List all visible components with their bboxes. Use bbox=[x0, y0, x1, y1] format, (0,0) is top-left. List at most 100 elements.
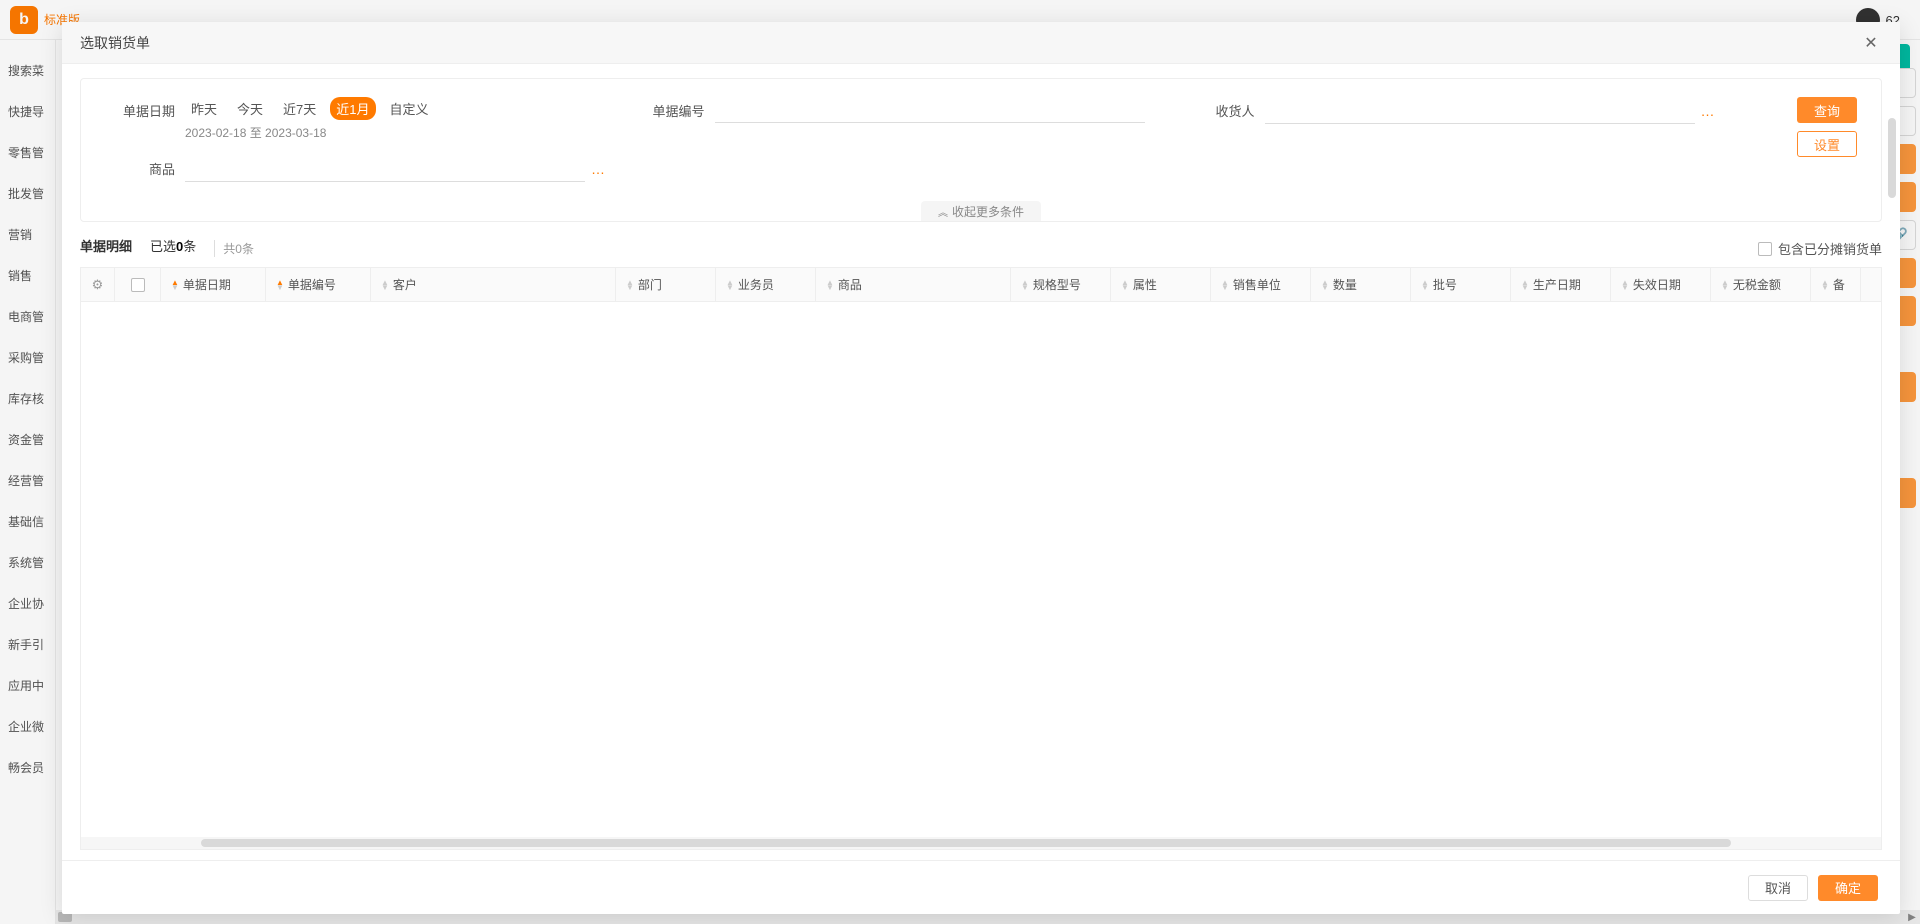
checkbox-icon[interactable] bbox=[1758, 242, 1772, 256]
col-no[interactable]: ▲▼ 单据编号 bbox=[266, 268, 371, 301]
product-input[interactable] bbox=[185, 156, 585, 182]
tab-row: 单据明细 已选0条 共0条 包含已分摊销货单 bbox=[80, 236, 1882, 261]
cancel-button[interactable]: 取消 bbox=[1748, 875, 1808, 901]
col-unit[interactable]: ▲▼ 销售单位 bbox=[1211, 268, 1311, 301]
date-preset-2[interactable]: 近7天 bbox=[277, 97, 322, 120]
selected-prefix: 已选 bbox=[150, 239, 176, 254]
sort-icon[interactable]: ▲▼ bbox=[1821, 280, 1829, 290]
filter-orderno-label: 单据编号 bbox=[635, 97, 715, 120]
col-prod_date[interactable]: ▲▼ 生产日期 bbox=[1511, 268, 1611, 301]
sort-icon[interactable]: ▲▼ bbox=[1321, 280, 1329, 290]
order-no-input[interactable] bbox=[715, 97, 1145, 123]
receiver-input[interactable] bbox=[1265, 98, 1695, 124]
sort-icon[interactable]: ▲▼ bbox=[726, 280, 734, 290]
col-sales[interactable]: ▲▼ 业务员 bbox=[716, 268, 816, 301]
receiver-more-icon[interactable]: … bbox=[1695, 103, 1721, 119]
col-notax[interactable]: ▲▼ 无税金额 bbox=[1711, 268, 1811, 301]
date-preset-3[interactable]: 近1月 bbox=[330, 97, 375, 120]
col-label-prod_date: 生产日期 bbox=[1533, 276, 1581, 293]
sort-icon[interactable]: ▲▼ bbox=[1021, 280, 1029, 290]
date-preset-1[interactable]: 今天 bbox=[231, 97, 269, 120]
chevron-up-icon: ︽ bbox=[938, 204, 948, 219]
col-ck[interactable] bbox=[115, 268, 161, 301]
col-label-attr: 属性 bbox=[1133, 276, 1157, 293]
col-label-expire: 失效日期 bbox=[1633, 276, 1681, 293]
col-label-cust: 客户 bbox=[393, 276, 417, 293]
settings-button[interactable]: 设置 bbox=[1797, 131, 1857, 157]
filter-order-date: 单据日期 昨天今天近7天近1月自定义 2023-02-18 至 2023-03-… bbox=[105, 97, 435, 141]
col-label-no: 单据编号 bbox=[288, 276, 336, 293]
col-spec[interactable]: ▲▼ 规格型号 bbox=[1011, 268, 1111, 301]
modal-body: 单据日期 昨天今天近7天近1月自定义 2023-02-18 至 2023-03-… bbox=[62, 64, 1900, 860]
col-attr[interactable]: ▲▼ 属性 bbox=[1111, 268, 1211, 301]
sort-icon[interactable]: ▲▼ bbox=[276, 280, 284, 290]
include-split-checkbox[interactable]: 包含已分摊销货单 bbox=[1758, 239, 1882, 258]
sort-icon[interactable]: ▲▼ bbox=[1421, 280, 1429, 290]
modal-vscroll-thumb[interactable] bbox=[1888, 118, 1896, 198]
tab-order-detail[interactable]: 单据明细 bbox=[80, 236, 132, 261]
sort-icon[interactable]: ▲▼ bbox=[1721, 280, 1729, 290]
table-header: ⚙ ▲▼ 单据日期 ▲▼ 单据编号 ▲▼ 客户 ▲▼ 部门 ▲▼ 业务员 ▲▼ 商品 ▲▼ 规格型号 ▲▼ 属性… bbox=[81, 268, 1881, 302]
modal-vertical-scrollbar[interactable] bbox=[1888, 118, 1896, 800]
table-hscroll-thumb[interactable] bbox=[201, 839, 1731, 847]
filter-panel: 单据日期 昨天今天近7天近1月自定义 2023-02-18 至 2023-03-… bbox=[80, 78, 1882, 222]
date-range-text: 2023-02-18 至 2023-03-18 bbox=[185, 124, 435, 141]
filter-date-label: 单据日期 bbox=[105, 97, 185, 120]
sort-icon[interactable]: ▲▼ bbox=[826, 280, 834, 290]
include-split-label: 包含已分摊销货单 bbox=[1778, 239, 1882, 258]
col-qty[interactable]: ▲▼ 数量 bbox=[1311, 268, 1411, 301]
col-cust[interactable]: ▲▼ 客户 bbox=[371, 268, 616, 301]
filter-receiver: 收货人 … bbox=[1185, 97, 1721, 141]
sort-icon[interactable]: ▲▼ bbox=[1521, 280, 1529, 290]
confirm-button[interactable]: 确定 bbox=[1818, 875, 1878, 901]
col-dept[interactable]: ▲▼ 部门 bbox=[616, 268, 716, 301]
col-gear[interactable]: ⚙ bbox=[81, 268, 115, 301]
col-label-prod: 商品 bbox=[838, 276, 862, 293]
selected-suffix: 条 bbox=[183, 239, 196, 254]
sort-icon[interactable]: ▲▼ bbox=[626, 280, 634, 290]
sort-icon[interactable]: ▲▼ bbox=[1621, 280, 1629, 290]
col-label-dept: 部门 bbox=[638, 276, 662, 293]
col-expire[interactable]: ▲▼ 失效日期 bbox=[1611, 268, 1711, 301]
date-preset-4[interactable]: 自定义 bbox=[384, 97, 435, 120]
filter-product-label: 商品 bbox=[105, 155, 185, 178]
filter-product: 商品 … bbox=[105, 155, 1817, 183]
collapse-label: 收起更多条件 bbox=[952, 203, 1024, 220]
col-label-notax: 无税金额 bbox=[1733, 276, 1781, 293]
date-preset-0[interactable]: 昨天 bbox=[185, 97, 223, 120]
filter-order-no: 单据编号 bbox=[635, 97, 1145, 141]
col-label-spec: 规格型号 bbox=[1033, 276, 1081, 293]
table-body-empty bbox=[81, 302, 1881, 837]
sort-icon[interactable]: ▲▼ bbox=[381, 280, 389, 290]
collapse-filters-button[interactable]: ︽ 收起更多条件 bbox=[921, 201, 1041, 221]
col-label-unit: 销售单位 bbox=[1233, 276, 1281, 293]
tab-selected-count[interactable]: 已选0条 bbox=[150, 236, 196, 261]
col-label-qty: 数量 bbox=[1333, 276, 1357, 293]
table-horizontal-scrollbar[interactable] bbox=[81, 837, 1881, 849]
col-label-remark: 备 bbox=[1833, 276, 1845, 293]
select-sales-order-modal: 选取销货单 ✕ 单据日期 昨天今天近7天近1月自定义 2023-02-18 至 … bbox=[62, 22, 1900, 914]
gear-icon[interactable]: ⚙ bbox=[92, 277, 104, 293]
sort-icon[interactable]: ▲▼ bbox=[1221, 280, 1229, 290]
col-label-batch: 批号 bbox=[1433, 276, 1457, 293]
col-label-date: 单据日期 bbox=[183, 276, 231, 293]
col-batch[interactable]: ▲▼ 批号 bbox=[1411, 268, 1511, 301]
filter-action-buttons: 查询 设置 bbox=[1797, 97, 1857, 157]
total-count-label: 共0条 bbox=[214, 240, 254, 257]
close-icon[interactable]: ✕ bbox=[1860, 32, 1882, 54]
col-prod[interactable]: ▲▼ 商品 bbox=[816, 268, 1011, 301]
col-remark[interactable]: ▲▼ 备 bbox=[1811, 268, 1861, 301]
col-date[interactable]: ▲▼ 单据日期 bbox=[161, 268, 266, 301]
modal-title: 选取销货单 bbox=[80, 33, 150, 53]
order-table: ⚙ ▲▼ 单据日期 ▲▼ 单据编号 ▲▼ 客户 ▲▼ 部门 ▲▼ 业务员 ▲▼ 商品 ▲▼ 规格型号 ▲▼ 属性… bbox=[80, 267, 1882, 850]
sort-icon[interactable]: ▲▼ bbox=[171, 280, 179, 290]
date-preset-group: 昨天今天近7天近1月自定义 bbox=[185, 97, 435, 120]
search-button[interactable]: 查询 bbox=[1797, 97, 1857, 123]
modal-header: 选取销货单 ✕ bbox=[62, 22, 1900, 64]
modal-footer: 取消 确定 bbox=[62, 860, 1900, 914]
select-all-checkbox[interactable] bbox=[131, 278, 145, 292]
col-label-sales: 业务员 bbox=[738, 276, 774, 293]
product-more-icon[interactable]: … bbox=[585, 161, 611, 177]
filter-receiver-label: 收货人 bbox=[1185, 97, 1265, 120]
sort-icon[interactable]: ▲▼ bbox=[1121, 280, 1129, 290]
